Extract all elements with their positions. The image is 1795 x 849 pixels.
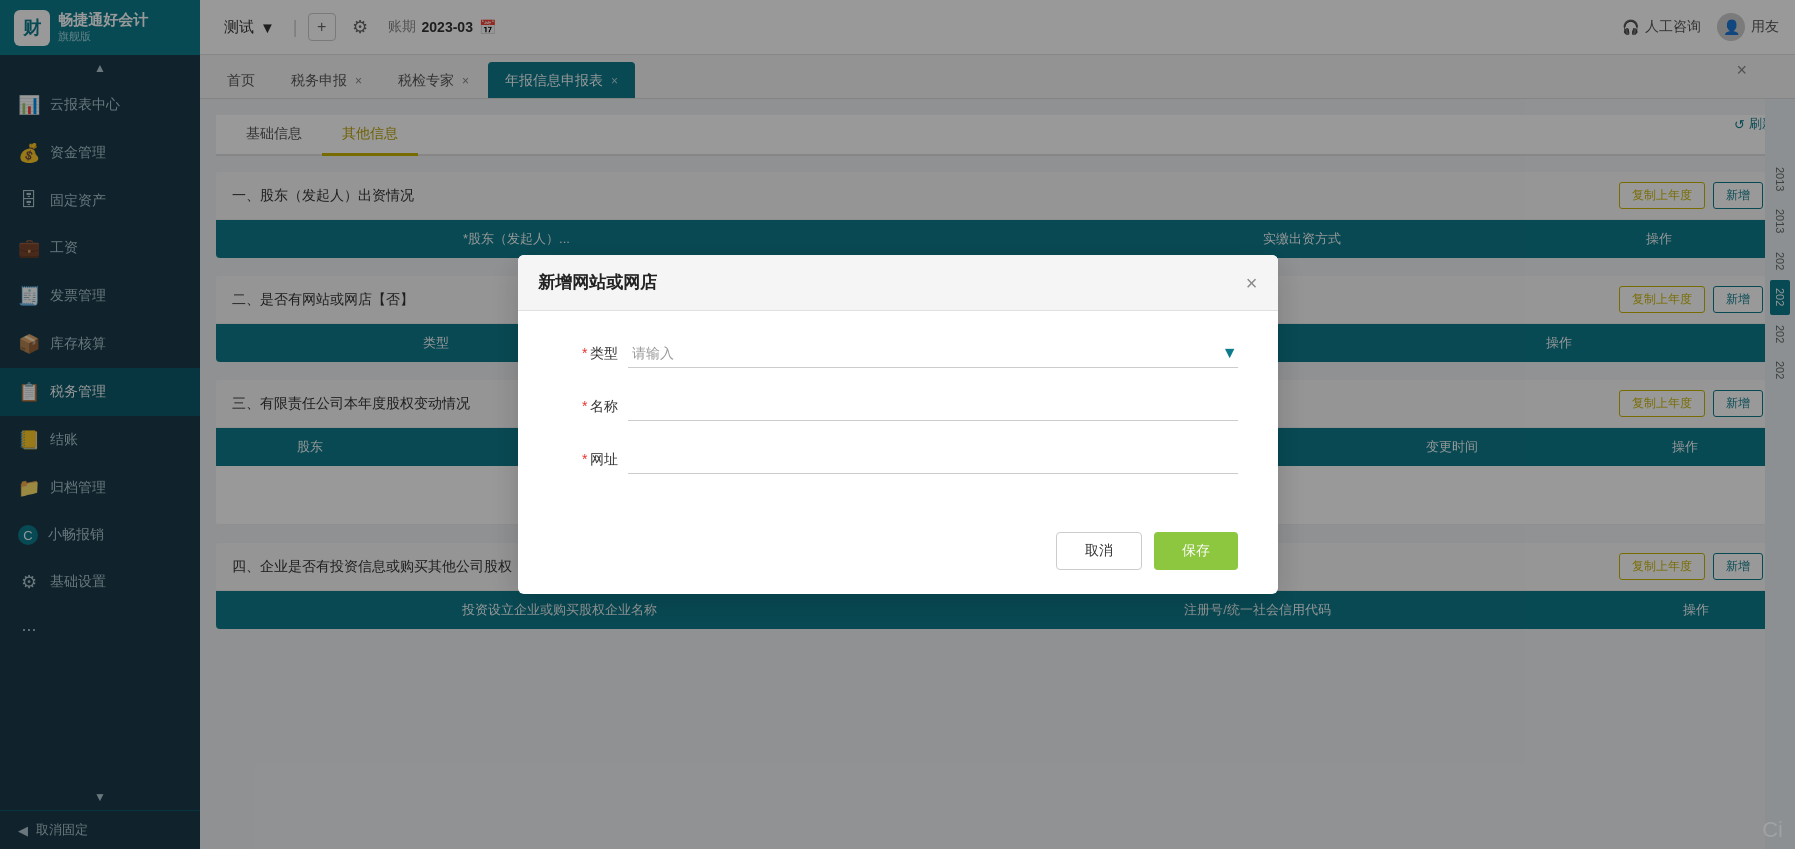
- modal-overlay[interactable]: 新增网站或网店 × *类型 请输入 ▼ *名称: [0, 0, 1795, 849]
- url-label: *网址: [558, 451, 618, 469]
- add-website-dialog: 新增网站或网店 × *类型 请输入 ▼ *名称: [518, 255, 1278, 594]
- form-row-url: *网址: [558, 445, 1238, 474]
- name-input[interactable]: [628, 392, 1238, 421]
- dialog-body: *类型 请输入 ▼ *名称 *网址: [518, 311, 1278, 518]
- save-button[interactable]: 保存: [1154, 532, 1238, 570]
- type-label: *类型: [558, 345, 618, 363]
- type-select[interactable]: 请输入: [628, 339, 1222, 367]
- form-row-name: *名称: [558, 392, 1238, 421]
- required-asterisk-type: *: [582, 345, 587, 361]
- name-label: *名称: [558, 398, 618, 416]
- url-input[interactable]: [628, 445, 1238, 474]
- dialog-title: 新增网站或网店: [538, 271, 657, 294]
- form-row-type: *类型 请输入 ▼: [558, 339, 1238, 368]
- type-select-wrapper: 请输入 ▼: [628, 339, 1238, 368]
- dialog-footer: 取消 保存: [518, 518, 1278, 594]
- required-asterisk-name: *: [582, 398, 587, 414]
- select-arrow-icon: ▼: [1222, 344, 1238, 362]
- dialog-header: 新增网站或网店 ×: [518, 255, 1278, 311]
- dialog-close-btn[interactable]: ×: [1246, 273, 1258, 293]
- cancel-button[interactable]: 取消: [1056, 532, 1142, 570]
- required-asterisk-url: *: [582, 451, 587, 467]
